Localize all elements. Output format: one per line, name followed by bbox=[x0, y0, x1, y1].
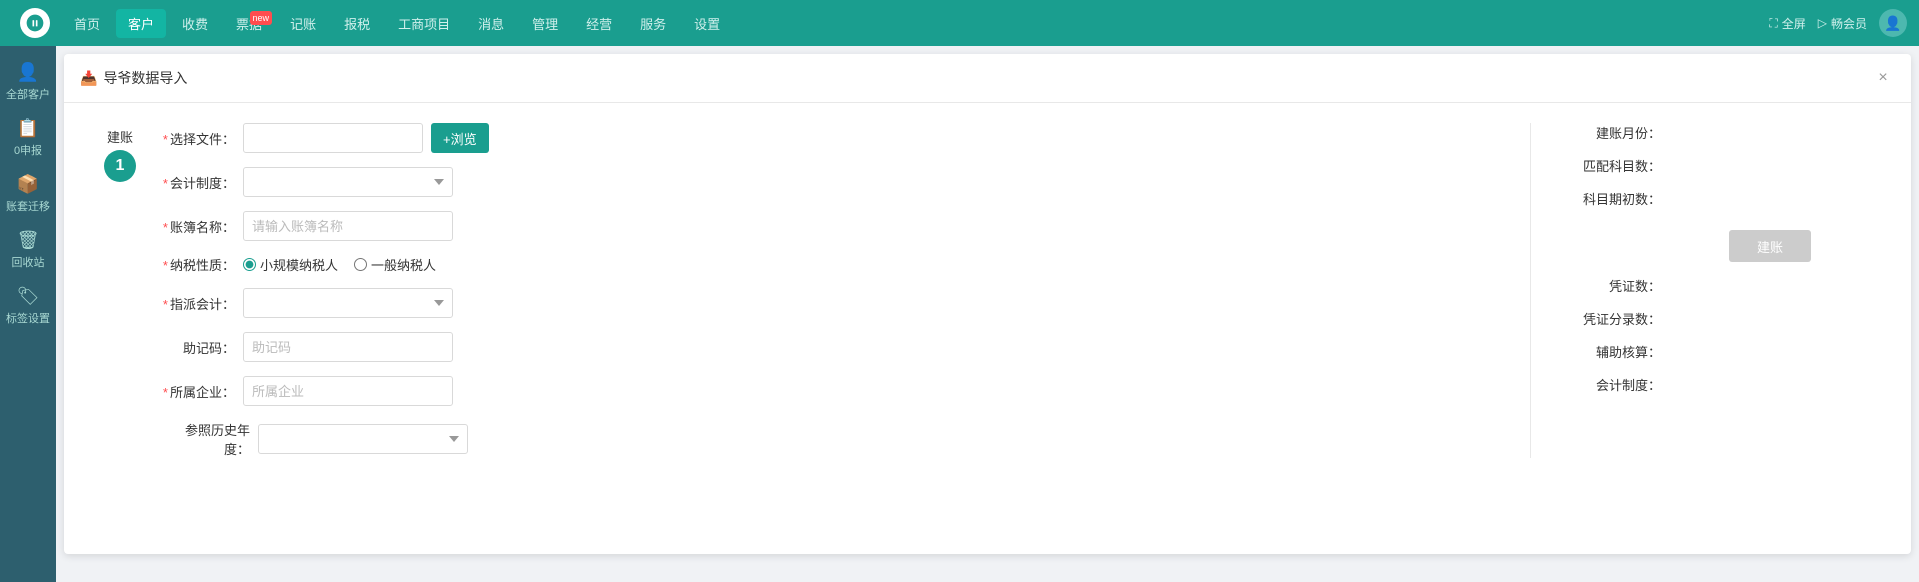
ledger-name-label: *账簿名称： bbox=[160, 217, 235, 236]
logo bbox=[20, 8, 50, 38]
nav-item-messages[interactable]: 消息 bbox=[466, 9, 516, 38]
company-row: *所属企业： bbox=[160, 376, 1510, 406]
file-label: *选择文件： bbox=[160, 129, 235, 148]
aux-accounting-label: 辅助核算： bbox=[1571, 342, 1661, 361]
required-mark6: * bbox=[163, 385, 168, 400]
dialog: 📥 导爷数据导入 × 建账 1 * bbox=[64, 54, 1911, 554]
nav-item-home[interactable]: 首页 bbox=[62, 9, 112, 38]
step-circle: 1 bbox=[104, 150, 136, 182]
nav-item-operations[interactable]: 经营 bbox=[574, 9, 624, 38]
account-system-row: *会计制度： bbox=[160, 167, 1510, 197]
ledger-name-row: *账簿名称： bbox=[160, 211, 1510, 241]
history-year-select[interactable] bbox=[258, 424, 468, 454]
avatar[interactable]: 👤 bbox=[1879, 9, 1907, 37]
nav-item-business[interactable]: 工商项目 bbox=[386, 9, 462, 38]
nav-items: 首页 客户 收费 票据 new 记账 报税 工商项目 消息 管理 经营 服务 设… bbox=[62, 9, 1769, 38]
subject-init-label: 科目期初数： bbox=[1571, 189, 1661, 208]
sidebar: 👤 全部客户 📋 0申报 📦 账套迁移 🗑 回收站 🏷 标签设置 bbox=[0, 46, 56, 582]
general-taxpayer-option[interactable]: 一般纳税人 bbox=[354, 255, 436, 274]
fullscreen-btn[interactable]: ⛶ 全屏 bbox=[1769, 15, 1805, 32]
small-taxpayer-radio[interactable] bbox=[243, 258, 256, 271]
body-area: 👤 全部客户 📋 0申报 📦 账套迁移 🗑 回收站 🏷 标签设置 📥 导爷 bbox=[0, 46, 1919, 582]
sidebar-item-tag-settings[interactable]: 🏷 标签设置 bbox=[0, 278, 56, 334]
voucher-entries-row: 凭证分录数： bbox=[1571, 309, 1871, 328]
ledger-name-input[interactable] bbox=[243, 211, 453, 241]
nav-item-invoice[interactable]: 票据 new bbox=[224, 9, 274, 38]
sidebar-item-all-customers[interactable]: 👤 全部客户 bbox=[0, 54, 56, 110]
recycle-bin-icon: 🗑 bbox=[17, 230, 40, 251]
nav-item-admin[interactable]: 管理 bbox=[520, 9, 570, 38]
nav-item-settings[interactable]: 设置 bbox=[682, 9, 732, 38]
build-account-button[interactable]: 建账 bbox=[1729, 230, 1811, 262]
nav-item-customer[interactable]: 客户 bbox=[116, 9, 166, 38]
build-month-row: 建账月份： bbox=[1571, 123, 1871, 142]
vertical-divider bbox=[1530, 123, 1531, 458]
nav-item-tax[interactable]: 报税 bbox=[332, 9, 382, 38]
new-badge: new bbox=[250, 11, 273, 25]
right-account-system-row: 会计制度： bbox=[1571, 375, 1871, 394]
small-taxpayer-option[interactable]: 小规模纳税人 bbox=[243, 255, 338, 274]
required-mark4: * bbox=[163, 258, 168, 273]
nav-item-bookkeeping[interactable]: 记账 bbox=[278, 9, 328, 38]
required-mark: * bbox=[163, 132, 168, 147]
logo-area bbox=[12, 0, 58, 46]
nav-item-service[interactable]: 服务 bbox=[628, 9, 678, 38]
aux-accounting-row: 辅助核算： bbox=[1571, 342, 1871, 361]
sidebar-item-account-migration[interactable]: 📦 账套迁移 bbox=[0, 166, 56, 222]
build-btn-container: 建账 bbox=[1571, 222, 1811, 262]
import-icon: 📥 bbox=[80, 70, 97, 87]
all-customers-icon: 👤 bbox=[17, 62, 39, 83]
tax-type-radio-group: 小规模纳税人 一般纳税人 bbox=[243, 255, 436, 274]
sidebar-item-zero-declaration[interactable]: 📋 0申报 bbox=[0, 110, 56, 166]
tax-type-row: *纳税性质： 小规模纳税人 一般纳税人 bbox=[160, 255, 1510, 274]
account-system-label: *会计制度： bbox=[160, 173, 235, 192]
dialog-body: 建账 1 *选择文件： +浏览 bbox=[64, 103, 1911, 478]
assign-accountant-select[interactable] bbox=[243, 288, 453, 318]
nav-right: ⛶ 全屏 ▷ 畅会员 👤 bbox=[1769, 9, 1907, 37]
tag-settings-icon: 🏷 bbox=[17, 286, 40, 307]
step-section: 建账 1 bbox=[104, 123, 136, 458]
company-input[interactable] bbox=[243, 376, 453, 406]
step-text: 建账 bbox=[107, 127, 133, 146]
required-mark2: * bbox=[163, 176, 168, 191]
nav-item-billing[interactable]: 收费 bbox=[170, 9, 220, 38]
assign-accountant-label: *指派会计： bbox=[160, 294, 235, 313]
right-panel: 建账月份： 匹配科目数： 科目期初数： 建账 凭证 bbox=[1551, 123, 1871, 458]
form-section: *选择文件： +浏览 *会计制度： bbox=[160, 123, 1510, 458]
assign-accountant-row: *指派会计： bbox=[160, 288, 1510, 318]
voucher-count-label: 凭证数： bbox=[1571, 276, 1661, 295]
history-year-row: 参照历史年度： bbox=[160, 420, 1510, 458]
company-label: *所属企业： bbox=[160, 382, 235, 401]
step-indicator: 建账 1 bbox=[104, 123, 136, 182]
voucher-entries-label: 凭证分录数： bbox=[1571, 309, 1661, 328]
subject-init-row: 科目期初数： bbox=[1571, 189, 1871, 208]
logo-icon bbox=[25, 13, 45, 33]
account-system-select[interactable] bbox=[243, 167, 453, 197]
build-month-label: 建账月份： bbox=[1571, 123, 1661, 142]
tax-type-label: *纳税性质： bbox=[160, 255, 235, 274]
right-account-system-label: 会计制度： bbox=[1571, 375, 1661, 394]
required-mark5: * bbox=[163, 297, 168, 312]
memo-input[interactable] bbox=[243, 332, 453, 362]
dialog-header: 📥 导爷数据导入 × bbox=[64, 54, 1911, 103]
browse-button[interactable]: +浏览 bbox=[431, 123, 489, 153]
required-mark3: * bbox=[163, 220, 168, 235]
dialog-title: 📥 导爷数据导入 bbox=[80, 68, 187, 88]
file-row: *选择文件： +浏览 bbox=[160, 123, 1510, 153]
member-btn[interactable]: ▷ 畅会员 bbox=[1818, 15, 1867, 32]
general-taxpayer-radio[interactable] bbox=[354, 258, 367, 271]
top-nav: 首页 客户 收费 票据 new 记账 报税 工商项目 消息 管理 经营 服务 设… bbox=[0, 0, 1919, 46]
voucher-count-row: 凭证数： bbox=[1571, 276, 1871, 295]
sidebar-item-recycle-bin[interactable]: 🗑 回收站 bbox=[0, 222, 56, 278]
memo-row: 助记码： bbox=[160, 332, 1510, 362]
main-content: 📥 导爷数据导入 × 建账 1 * bbox=[56, 46, 1919, 582]
zero-declaration-icon: 📋 bbox=[17, 118, 39, 139]
account-migration-icon: 📦 bbox=[17, 174, 39, 195]
match-subjects-row: 匹配科目数： bbox=[1571, 156, 1871, 175]
file-input[interactable] bbox=[243, 123, 423, 153]
close-button[interactable]: × bbox=[1871, 66, 1895, 90]
history-year-label: 参照历史年度： bbox=[160, 420, 250, 458]
match-subjects-label: 匹配科目数： bbox=[1571, 156, 1661, 175]
memo-label: 助记码： bbox=[160, 338, 235, 357]
